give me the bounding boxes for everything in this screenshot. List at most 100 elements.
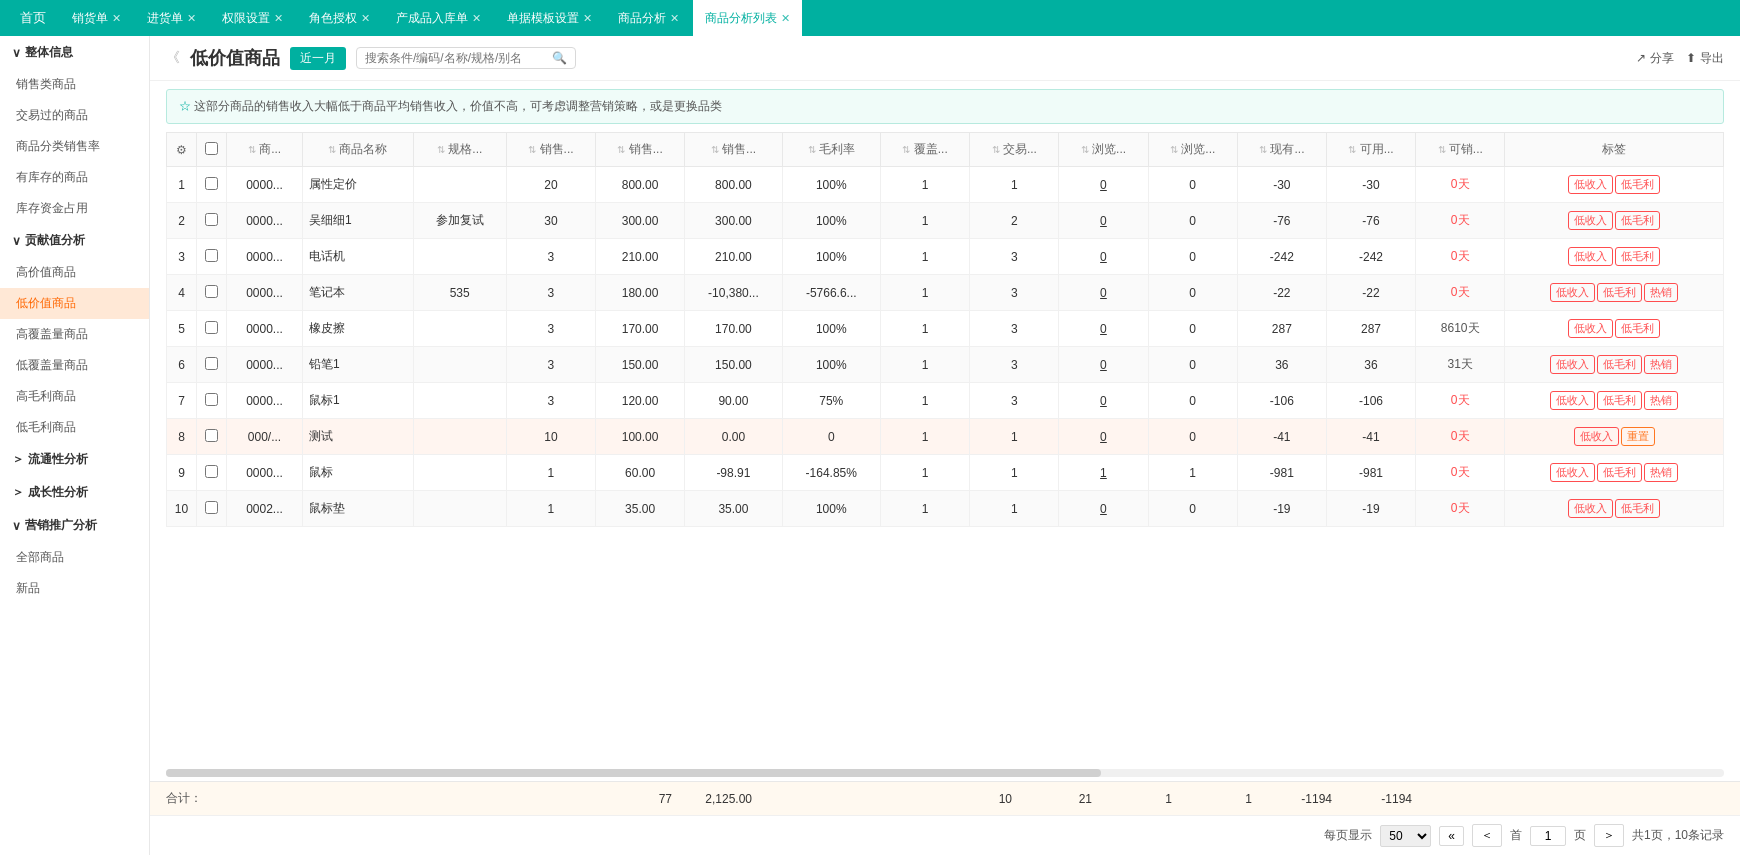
nav-close-permissions[interactable]: ✕ [274,12,283,25]
cell-checkbox[interactable] [197,491,227,527]
row-checkbox[interactable] [205,465,218,478]
cell-checkbox[interactable] [197,419,227,455]
sidebar-item-low-value[interactable]: 低价值商品 [0,288,149,319]
sidebar-group-growth[interactable]: ＞ 成长性分析 [0,476,149,509]
row-checkbox[interactable] [205,213,218,226]
sidebar-item-low-coverage[interactable]: 低覆盖量商品 [0,350,149,381]
sidebar-item-new-products[interactable]: 新品 [0,573,149,604]
cell-s2: 60.00 [596,455,685,491]
nav-template-settings[interactable]: 单据模板设置 ✕ [495,0,604,36]
row-checkbox[interactable] [205,177,218,190]
nav-close-sales[interactable]: ✕ [112,12,121,25]
share-button[interactable]: ↗ 分享 [1636,50,1674,67]
col-settings[interactable]: ⚙ [167,133,197,167]
cell-checkbox[interactable] [197,275,227,311]
cell-checkbox[interactable] [197,203,227,239]
nav-product-analysis-list[interactable]: 商品分析列表 ✕ [693,0,802,36]
nav-close-finished[interactable]: ✕ [472,12,481,25]
browse-link[interactable]: 1 [1100,466,1107,480]
export-button[interactable]: ⬆ 导出 [1686,50,1724,67]
sidebar-item-low-margin[interactable]: 低毛利商品 [0,412,149,443]
nav-sales-order[interactable]: 销货单 ✕ [60,0,133,36]
nav-product-analysis[interactable]: 商品分析 ✕ [606,0,691,36]
cell-browse1[interactable]: 0 [1059,167,1148,203]
sidebar-item-traded-products[interactable]: 交易过的商品 [0,100,149,131]
cell-browse1[interactable]: 0 [1059,203,1148,239]
row-checkbox[interactable] [205,321,218,334]
search-icon[interactable]: 🔍 [552,51,567,65]
col-trade: ⇅ 交易... [970,133,1059,167]
sidebar-group-liquidity[interactable]: ＞ 流通性分析 [0,443,149,476]
row-checkbox[interactable] [205,501,218,514]
row-checkbox[interactable] [205,249,218,262]
sidebar-item-all-products[interactable]: 全部商品 [0,542,149,573]
sidebar-group-overall[interactable]: ∨ 整体信息 [0,36,149,69]
select-all-checkbox[interactable] [205,142,218,155]
nav-close-roles[interactable]: ✕ [361,12,370,25]
cell-checkbox[interactable] [197,239,227,275]
browse-link[interactable]: 0 [1100,250,1107,264]
cell-s1: 3 [506,347,595,383]
cell-browse2: 0 [1148,491,1237,527]
sidebar-item-high-value[interactable]: 高价值商品 [0,257,149,288]
browse-link[interactable]: 0 [1100,214,1107,228]
nav-roles[interactable]: 角色授权 ✕ [297,0,382,36]
sidebar-group-contribution[interactable]: ∨ 贡献值分析 [0,224,149,257]
nav-close-analysis-list[interactable]: ✕ [781,12,790,25]
sidebar-item-high-coverage[interactable]: 高覆盖量商品 [0,319,149,350]
nav-permissions[interactable]: 权限设置 ✕ [210,0,295,36]
nav-close-template[interactable]: ✕ [583,12,592,25]
next-page-button[interactable]: ＞ [1594,824,1624,847]
row-checkbox[interactable] [205,285,218,298]
page-size-select[interactable]: 50 100 [1380,825,1431,847]
sidebar-item-high-margin[interactable]: 高毛利商品 [0,381,149,412]
browse-link[interactable]: 0 [1100,322,1107,336]
nav-close-purchase[interactable]: ✕ [187,12,196,25]
horizontal-scrollbar[interactable] [166,769,1724,777]
cell-browse1[interactable]: 0 [1059,491,1148,527]
browse-link[interactable]: 0 [1100,358,1107,372]
cell-browse2: 0 [1148,383,1237,419]
first-page-button[interactable]: « [1439,826,1464,846]
sidebar-item-category-sales-rate[interactable]: 商品分类销售率 [0,131,149,162]
cell-checkbox[interactable] [197,311,227,347]
sidebar-item-stocked-products[interactable]: 有库存的商品 [0,162,149,193]
cell-browse1[interactable]: 0 [1059,311,1148,347]
sidebar-group-marketing[interactable]: ∨ 营销推广分析 [0,509,149,542]
nav-home[interactable]: 首页 [8,0,58,36]
row-checkbox[interactable] [205,429,218,442]
cell-checkbox[interactable] [197,383,227,419]
cell-browse1[interactable]: 0 [1059,383,1148,419]
tag: 热销 [1644,355,1678,374]
browse-link[interactable]: 0 [1100,430,1107,444]
cell-browse1[interactable]: 1 [1059,455,1148,491]
nav-finished-goods[interactable]: 产成品入库单 ✕ [384,0,493,36]
scrollbar-thumb[interactable] [166,769,1101,777]
row-checkbox[interactable] [205,357,218,370]
cell-checkbox[interactable] [197,167,227,203]
search-input[interactable] [365,51,546,65]
cell-checkbox[interactable] [197,347,227,383]
cell-browse1[interactable]: 0 [1059,239,1148,275]
cell-spec [413,455,506,491]
sidebar-item-sales-products[interactable]: 销售类商品 [0,69,149,100]
browse-link[interactable]: 0 [1100,394,1107,408]
nav-close-analysis[interactable]: ✕ [670,12,679,25]
data-table-wrapper[interactable]: ⚙ ⇅ 商... ⇅ 商品名称 ⇅ 规格... ⇅ 销售... ⇅ 销售... … [150,132,1740,765]
cell-checkbox[interactable] [197,455,227,491]
row-checkbox[interactable] [205,393,218,406]
browse-link[interactable]: 0 [1100,286,1107,300]
notice-text: 这部分商品的销售收入大幅低于商品平均销售收入，价值不高，可考虑调整营销策略，或是… [194,99,722,113]
prev-page-button[interactable]: ＜ [1472,824,1502,847]
browse-link[interactable]: 0 [1100,178,1107,192]
time-filter-button[interactable]: 近一月 [290,47,346,70]
sidebar-collapse-btn[interactable]: 《 [166,49,180,67]
current-page-input[interactable] [1530,826,1566,846]
nav-purchase-order[interactable]: 进货单 ✕ [135,0,208,36]
cell-browse1[interactable]: 0 [1059,347,1148,383]
sidebar-item-stock-capital[interactable]: 库存资金占用 [0,193,149,224]
cell-browse1[interactable]: 0 [1059,419,1148,455]
cell-name: 属性定价 [302,167,413,203]
browse-link[interactable]: 0 [1100,502,1107,516]
cell-browse1[interactable]: 0 [1059,275,1148,311]
